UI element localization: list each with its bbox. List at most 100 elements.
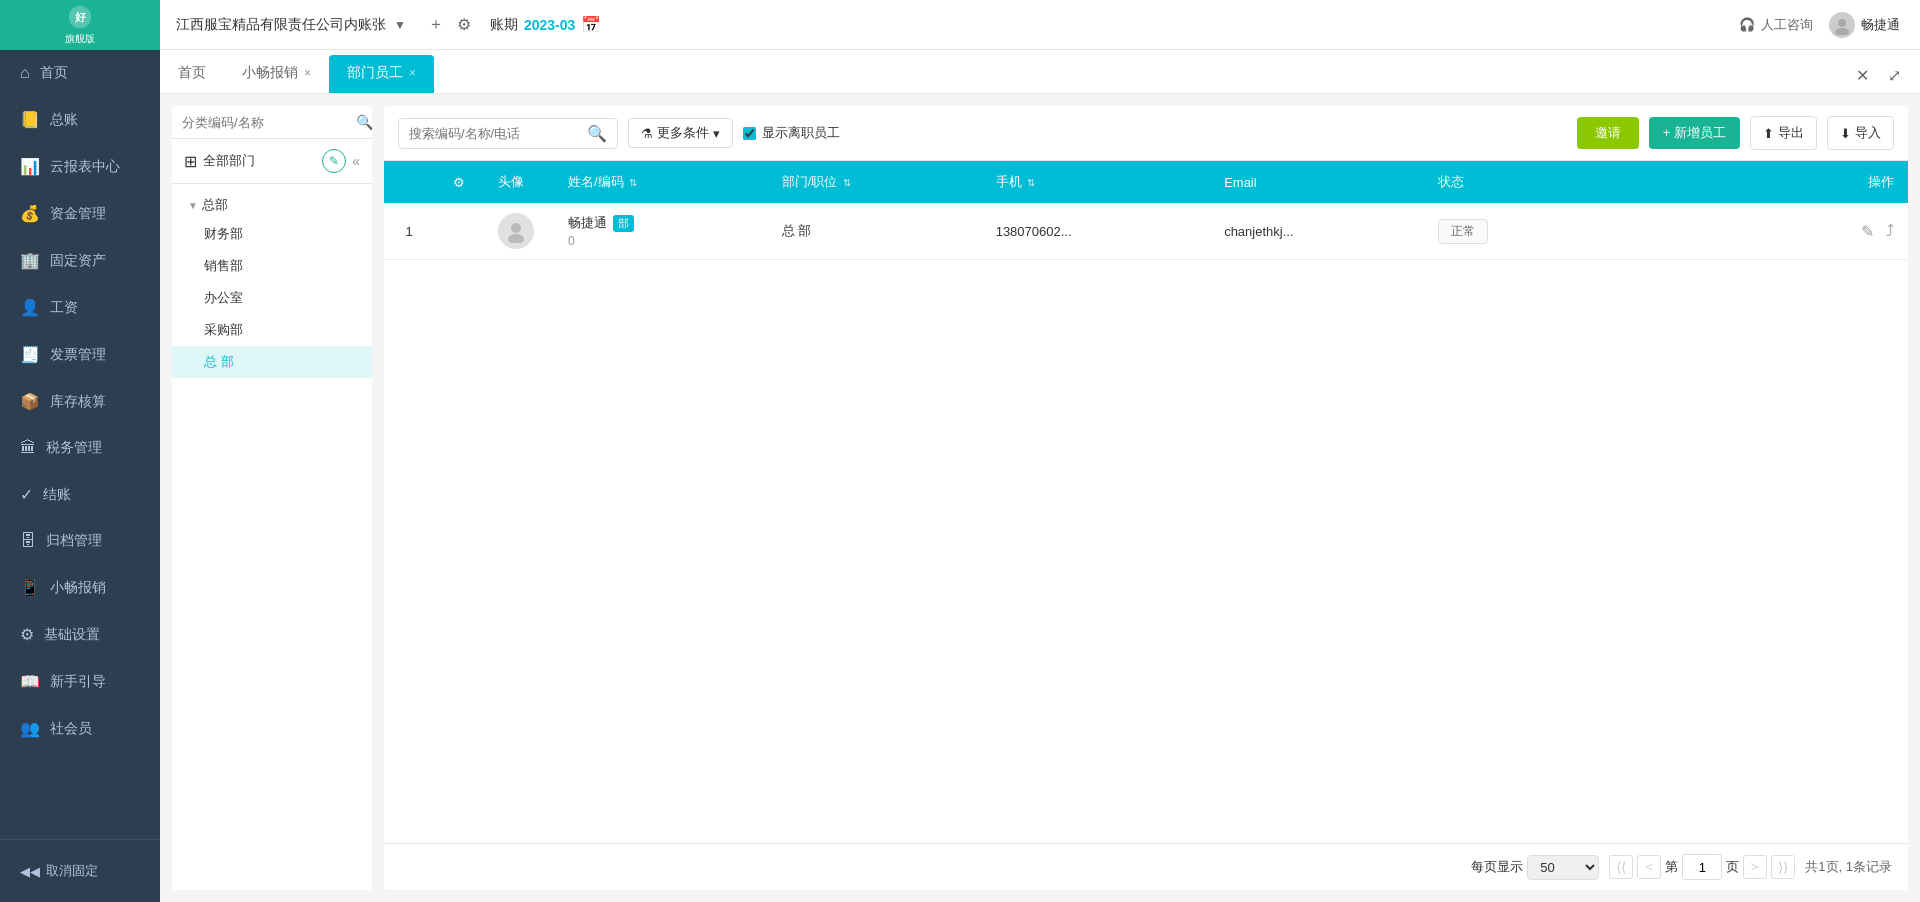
col-avatar-label: 头像	[498, 174, 524, 189]
edit-button[interactable]: ✎	[1861, 222, 1874, 241]
sidebar-label-ledger: 总账	[50, 111, 78, 129]
first-page-button[interactable]: ⟨⟨	[1609, 855, 1633, 879]
calendar-icon[interactable]: 📅	[581, 15, 601, 34]
resigned-checkbox-input[interactable]	[743, 127, 756, 140]
dept-item-office[interactable]: 办公室	[172, 282, 372, 314]
tab-expense-label: 小畅报销	[242, 64, 298, 82]
sidebar-item-tax[interactable]: 🏛 税务管理	[0, 425, 160, 471]
sidebar-label-reports: 云报表中心	[50, 158, 120, 176]
service-label: 人工咨询	[1761, 16, 1813, 34]
tab-bar: 首页 小畅报销 × 部门员工 × ✕ ⤢	[160, 50, 1920, 94]
employee-search-input[interactable]	[409, 126, 581, 141]
page-input[interactable]	[1682, 854, 1722, 880]
cell-gear	[434, 203, 484, 260]
sidebar-item-settings[interactable]: ⚙ 基础设置	[0, 611, 160, 658]
tab-dept-staff-close[interactable]: ×	[409, 66, 416, 80]
finance-icon: 💰	[20, 204, 40, 223]
invoice-icon: 🧾	[20, 345, 40, 364]
dept-collapse-button[interactable]: «	[352, 153, 360, 169]
sidebar-label-guide: 新手引导	[50, 673, 106, 691]
sidebar-label-assets: 固定资产	[50, 252, 106, 270]
dept-edit-button[interactable]: ✎	[322, 149, 346, 173]
sidebar-item-expense[interactable]: 📱 小畅报销	[0, 564, 160, 611]
svg-point-5	[508, 234, 524, 243]
sidebar-label-members: 社会员	[50, 720, 92, 738]
col-dept[interactable]: 部门/职位 ⇅	[768, 161, 982, 203]
settings-button[interactable]: ⚙	[450, 11, 478, 39]
service-button[interactable]: 🎧 人工咨询	[1739, 16, 1813, 34]
tab-close-all-button[interactable]: ✕	[1848, 61, 1876, 89]
col-gear[interactable]: ⚙	[434, 161, 484, 203]
sidebar-item-guide[interactable]: 📖 新手引导	[0, 658, 160, 705]
cell-avatar	[484, 203, 554, 260]
right-panel: 🔍 ⚗ 更多条件 ▾ 显示离职员工 邀请 + 新增员工	[384, 106, 1908, 890]
sidebar-item-home[interactable]: ⌂ 首页	[0, 50, 160, 96]
dept-item-general[interactable]: 总 部	[172, 346, 372, 378]
sidebar-item-finance[interactable]: 💰 资金管理	[0, 190, 160, 237]
last-page-button[interactable]: ⟩⟩	[1771, 855, 1795, 879]
tab-dept-staff[interactable]: 部门员工 ×	[329, 55, 434, 93]
page-suffix: 页	[1726, 858, 1739, 876]
import-icon: ⬇	[1840, 126, 1851, 141]
sidebar-item-salary[interactable]: 👤 工资	[0, 284, 160, 331]
filter-button[interactable]: ⚗ 更多条件 ▾	[628, 118, 733, 148]
dept-group-zongbu: ▼ 总部	[172, 188, 372, 218]
export-button[interactable]: ⬆ 导出	[1750, 116, 1817, 150]
dept-tree: ▼ 总部 财务部 销售部 办公室 采购部 总 部	[172, 184, 372, 890]
col-name-label: 姓名/编码	[568, 174, 624, 189]
add-company-button[interactable]: ＋	[422, 11, 450, 39]
headset-icon: 🎧	[1739, 17, 1755, 32]
settings-sidebar-icon: ⚙	[20, 625, 34, 644]
show-resigned-checkbox[interactable]: 显示离职员工	[743, 124, 840, 142]
prev-page-button[interactable]: ＜	[1637, 855, 1661, 879]
export-icon: ⬆	[1763, 126, 1774, 141]
user-area[interactable]: 畅捷通	[1829, 12, 1900, 38]
sidebar-label-invoice: 发票管理	[50, 346, 106, 364]
sidebar-item-assets[interactable]: 🏢 固定资产	[0, 237, 160, 284]
dept-item-finance[interactable]: 财务部	[172, 218, 372, 250]
tab-home-label: 首页	[178, 64, 206, 82]
sidebar-item-close[interactable]: ✓ 结账	[0, 471, 160, 518]
sidebar-item-ledger[interactable]: 📒 总账	[0, 96, 160, 143]
tab-expense[interactable]: 小畅报销 ×	[224, 55, 329, 93]
import-label: 导入	[1855, 124, 1881, 142]
cell-action: ✎ ⤴	[1688, 203, 1908, 260]
col-phone[interactable]: 手机 ⇅	[982, 161, 1210, 203]
col-avatar: 头像	[484, 161, 554, 203]
dept-search-icon[interactable]: 🔍	[356, 114, 372, 130]
invite-button[interactable]: 邀请	[1577, 117, 1639, 149]
import-button[interactable]: ⬇ 导入	[1827, 116, 1894, 150]
expense-icon: 📱	[20, 578, 40, 597]
sidebar-label-tax: 税务管理	[46, 439, 102, 457]
cell-status: 正常	[1424, 203, 1688, 260]
next-page-button[interactable]: ＞	[1743, 855, 1767, 879]
sidebar-item-inventory[interactable]: 📦 库存核算	[0, 378, 160, 425]
dept-item-purchase[interactable]: 采购部	[172, 314, 372, 346]
tab-fullscreen-button[interactable]: ⤢	[1880, 61, 1908, 89]
cell-dept: 总 部	[768, 203, 982, 260]
inventory-icon: 📦	[20, 392, 40, 411]
toolbar-right: 邀请 + 新增员工 ⬆ 导出 ⬇ 导入	[1577, 116, 1894, 150]
svg-point-3	[1835, 28, 1849, 35]
dept-item-sales[interactable]: 销售部	[172, 250, 372, 282]
grid-icon: ⊞	[184, 152, 197, 171]
logo-area: 好 旗舰版	[0, 0, 160, 50]
add-employee-button[interactable]: + 新增员工	[1649, 117, 1740, 149]
tab-expense-close[interactable]: ×	[304, 66, 311, 80]
sidebar-item-members[interactable]: 👥 社会员	[0, 705, 160, 752]
company-selector[interactable]: 江西服宝精品有限责任公司内账张 ▼	[160, 16, 422, 34]
table-header-row: ⚙ 头像 姓名/编码 ⇅ 部门/职位 ⇅	[384, 161, 1908, 203]
col-name[interactable]: 姓名/编码 ⇅	[554, 161, 768, 203]
sidebar-item-archive[interactable]: 🗄 归档管理	[0, 518, 160, 564]
sidebar-item-reports[interactable]: 📊 云报表中心	[0, 143, 160, 190]
sidebar-label-finance: 资金管理	[50, 205, 106, 223]
logout-button[interactable]: ⤴	[1886, 222, 1894, 240]
pin-icon: ◀◀	[20, 864, 40, 879]
tab-home[interactable]: 首页	[160, 55, 224, 93]
sidebar-item-invoice[interactable]: 🧾 发票管理	[0, 331, 160, 378]
search-icon[interactable]: 🔍	[587, 124, 607, 143]
cancel-fixed-button[interactable]: ◀◀ 取消固定	[0, 852, 160, 890]
dept-search-input[interactable]	[182, 115, 350, 130]
filter-icon: ⚗	[641, 126, 653, 141]
per-page-dropdown[interactable]: 50 100 200	[1527, 855, 1599, 880]
